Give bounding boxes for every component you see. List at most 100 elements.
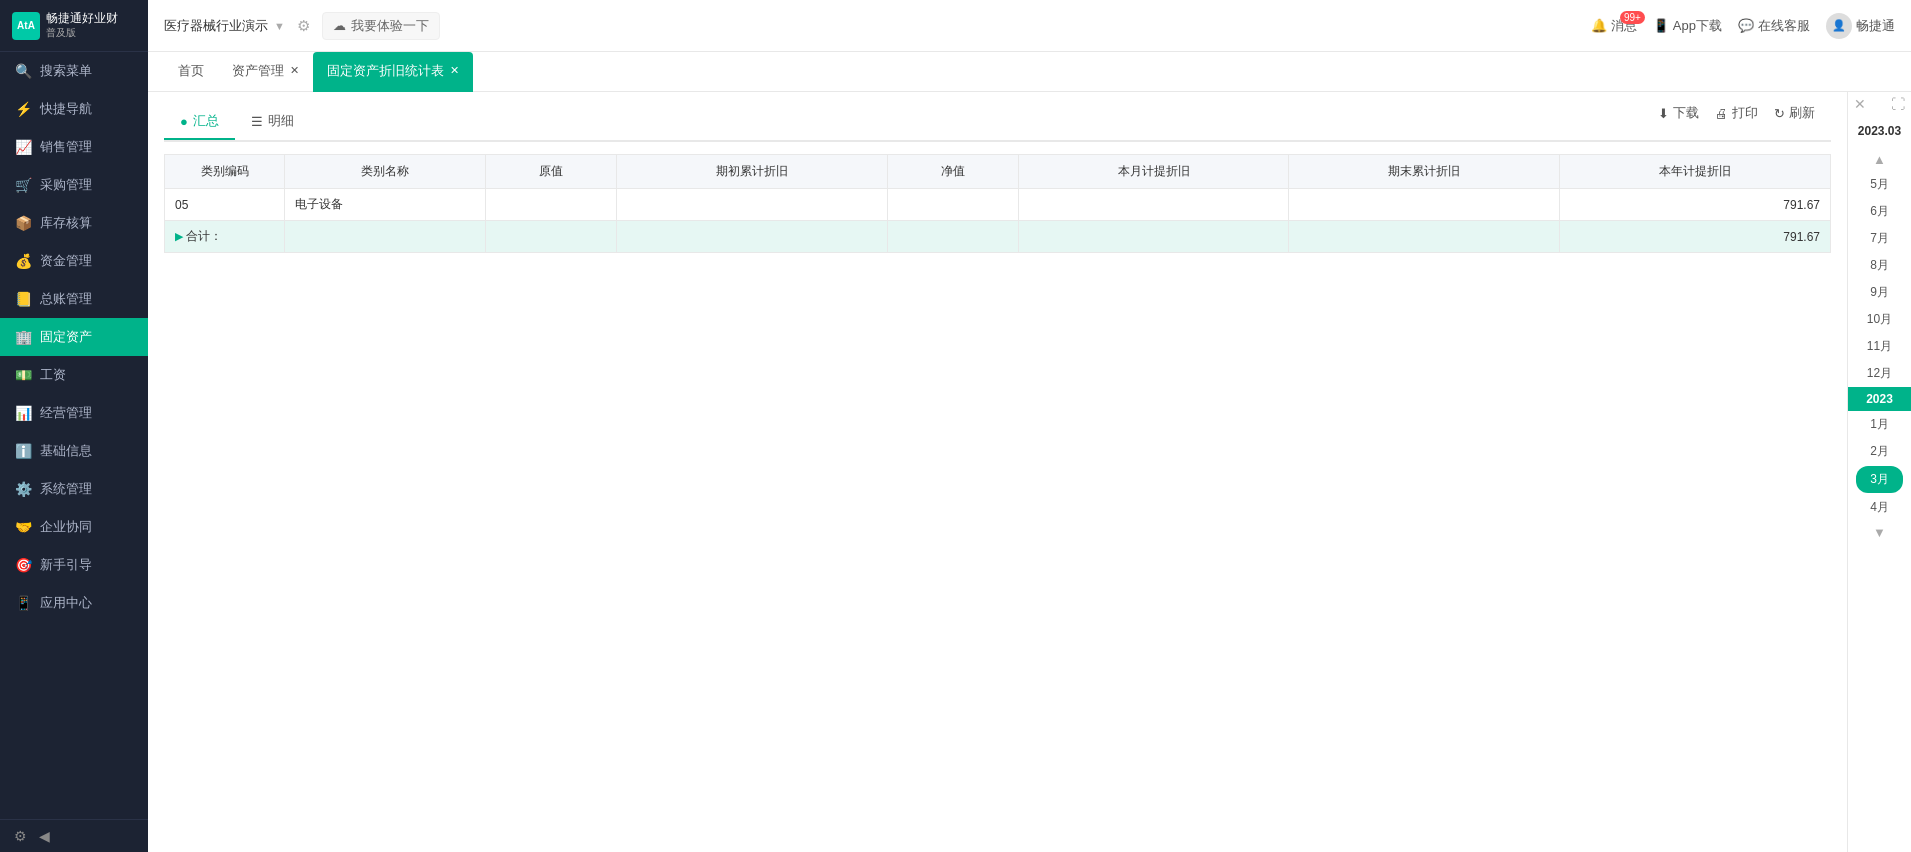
download-icon: 📱	[1653, 18, 1669, 33]
user-avatar-area[interactable]: 👤 畅捷通	[1826, 13, 1895, 39]
content-area: ● 汇总 ☰ 明细 ⬇ 下载 🖨 打印	[148, 92, 1911, 852]
sidebar-item-label: 基础信息	[40, 442, 92, 460]
month-item[interactable]: 6月	[1848, 198, 1911, 225]
print-icon: 🖨	[1715, 106, 1728, 121]
sidebar-item-finance[interactable]: 💰资金管理	[0, 242, 148, 280]
sidebar-item-guide[interactable]: 🎯新手引导	[0, 546, 148, 584]
sidebar-item-operations[interactable]: 📊 经营管理	[0, 394, 148, 432]
sidebar-item-payroll[interactable]: 💵工资	[0, 356, 148, 394]
print-button[interactable]: 🖨 打印	[1715, 104, 1758, 122]
total-net	[887, 221, 1018, 253]
month-item[interactable]: 8月	[1848, 252, 1911, 279]
sidebar-item-label: 搜索菜单	[40, 62, 92, 80]
total-initial-accum	[616, 221, 887, 253]
month-item[interactable]: 1月	[1848, 411, 1911, 438]
table-toolbar: ⬇ 下载 🖨 打印 ↻ 刷新	[1658, 104, 1815, 122]
month-item[interactable]: 2月	[1848, 438, 1911, 465]
ledger-icon: 📒	[14, 290, 32, 308]
refresh-icon: ↻	[1774, 106, 1785, 121]
app-logo-icon: AtA	[12, 12, 40, 40]
sidebar-item-label: 应用中心	[40, 594, 92, 612]
inventory-icon: 📦	[14, 214, 32, 232]
sub-tab-summary[interactable]: ● 汇总	[164, 104, 235, 140]
collapse-icon[interactable]: ◀	[39, 828, 50, 844]
sidebar-item-quick_nav[interactable]: ⚡快捷导航	[0, 90, 148, 128]
sidebar-item-system[interactable]: ⚙️系统管理	[0, 470, 148, 508]
app-edition: 普及版	[46, 26, 118, 40]
date-panel-header: 2023.03	[1858, 120, 1901, 142]
refresh-button[interactable]: ↻ 刷新	[1774, 104, 1815, 122]
summary-icon: ●	[180, 114, 188, 129]
row-code: 05	[165, 189, 285, 221]
tab-asset-mgmt[interactable]: 资产管理 ✕	[218, 52, 313, 92]
month-item[interactable]: 5月	[1848, 171, 1911, 198]
year-2023-label[interactable]: 2023	[1848, 387, 1911, 411]
month-item[interactable]: 9月	[1848, 279, 1911, 306]
sidebar-item-purchase[interactable]: 🛒采购管理	[0, 166, 148, 204]
basic_info-icon: ℹ️	[14, 442, 32, 460]
panel-expand-icon[interactable]: ⛶	[1891, 96, 1905, 112]
month-item[interactable]: 11月	[1848, 333, 1911, 360]
sidebar-item-app_center[interactable]: 📱 应用中心	[0, 584, 148, 622]
sidebar-item-fixed_assets[interactable]: 🏢固定资产	[0, 318, 148, 356]
company-selector[interactable]: 医疗器械行业演示 ▼	[164, 17, 285, 35]
sidebar-item-label: 新手引导	[40, 556, 92, 574]
total-end-accum	[1289, 221, 1560, 253]
tab-asset-mgmt-label: 资产管理	[232, 62, 284, 80]
row-end-accum	[1289, 189, 1560, 221]
app-download-label: App下载	[1673, 17, 1722, 35]
experience-icon: ☁	[333, 18, 346, 33]
service-icon: 💬	[1738, 18, 1754, 33]
sidebar-item-search[interactable]: 🔍搜索菜单	[0, 52, 148, 90]
tab-depreciation-report-close-icon[interactable]: ✕	[450, 64, 459, 77]
sidebar-item-ledger[interactable]: 📒总账管理	[0, 280, 148, 318]
company-name: 医疗器械行业演示	[164, 17, 268, 35]
experience-label: 我要体验一下	[351, 17, 429, 35]
month-item[interactable]: 12月	[1848, 360, 1911, 387]
download-button[interactable]: ⬇ 下载	[1658, 104, 1699, 122]
sidebar-item-label: 经营管理	[40, 404, 92, 422]
operations-icon: 📊	[14, 404, 32, 422]
sidebar-item-label: 资金管理	[40, 252, 92, 270]
sidebar-item-basic_info[interactable]: ℹ️ 基础信息	[0, 432, 148, 470]
quick_nav-icon: ⚡	[14, 100, 32, 118]
month-item[interactable]: 7月	[1848, 225, 1911, 252]
online-service-label: 在线客服	[1758, 17, 1810, 35]
sidebar-item-inventory[interactable]: 📦库存核算	[0, 204, 148, 242]
settings-icon[interactable]: ⚙	[14, 828, 27, 844]
month-item[interactable]: 4月	[1848, 494, 1911, 521]
notifications-button[interactable]: 🔔 消息 99+	[1591, 17, 1637, 35]
sub-tab-detail[interactable]: ☰ 明细	[235, 104, 310, 140]
sub-tab-detail-label: 明细	[268, 112, 294, 130]
notification-badge: 99+	[1620, 11, 1645, 24]
scroll-up-button[interactable]: ▲	[1869, 148, 1890, 171]
row-name: 电子设备	[285, 189, 486, 221]
total-row: ▶ 合计： 791.67	[165, 221, 1831, 253]
app_center-icon: 📱	[14, 594, 32, 612]
tab-asset-mgmt-close-icon[interactable]: ✕	[290, 64, 299, 77]
col-monthly-depre: 本月计提折旧	[1018, 155, 1289, 189]
topbar: 医疗器械行业演示 ▼ ⚙ ☁ 我要体验一下 🔔 消息 99+ 📱 App下载 💬…	[148, 0, 1911, 52]
app-download-button[interactable]: 📱 App下载	[1653, 17, 1722, 35]
months-list: 5月6月7月8月9月10月11月12月20231月2月3月4月	[1848, 171, 1911, 521]
topbar-right: 🔔 消息 99+ 📱 App下载 💬 在线客服 👤 畅捷通	[1591, 13, 1895, 39]
sidebar-item-enterprise[interactable]: 🤝企业协同	[0, 508, 148, 546]
month-item[interactable]: 3月	[1856, 466, 1903, 493]
row-original	[485, 189, 616, 221]
sidebar-item-sales[interactable]: 📈销售管理	[0, 128, 148, 166]
col-annual-depre: 本年计提折旧	[1560, 155, 1831, 189]
tab-home[interactable]: 首页	[164, 52, 218, 92]
tab-depreciation-report[interactable]: 固定资产折旧统计表 ✕	[313, 52, 473, 92]
inner-content: ● 汇总 ☰ 明细 ⬇ 下载 🖨 打印	[148, 92, 1847, 852]
experience-button[interactable]: ☁ 我要体验一下	[322, 12, 440, 40]
month-item[interactable]: 10月	[1848, 306, 1911, 333]
fixed_assets-icon: 🏢	[14, 328, 32, 346]
sidebar-header: AtA 畅捷通好业财 普及版	[0, 0, 148, 52]
bell-icon: 🔔	[1591, 18, 1607, 33]
download-label: 下载	[1673, 104, 1699, 122]
scroll-down-button[interactable]: ▼	[1869, 521, 1890, 544]
topbar-gear-icon[interactable]: ⚙	[297, 17, 310, 35]
sales-icon: 📈	[14, 138, 32, 156]
online-service-button[interactable]: 💬 在线客服	[1738, 17, 1810, 35]
panel-close-icon[interactable]: ✕	[1854, 96, 1866, 112]
